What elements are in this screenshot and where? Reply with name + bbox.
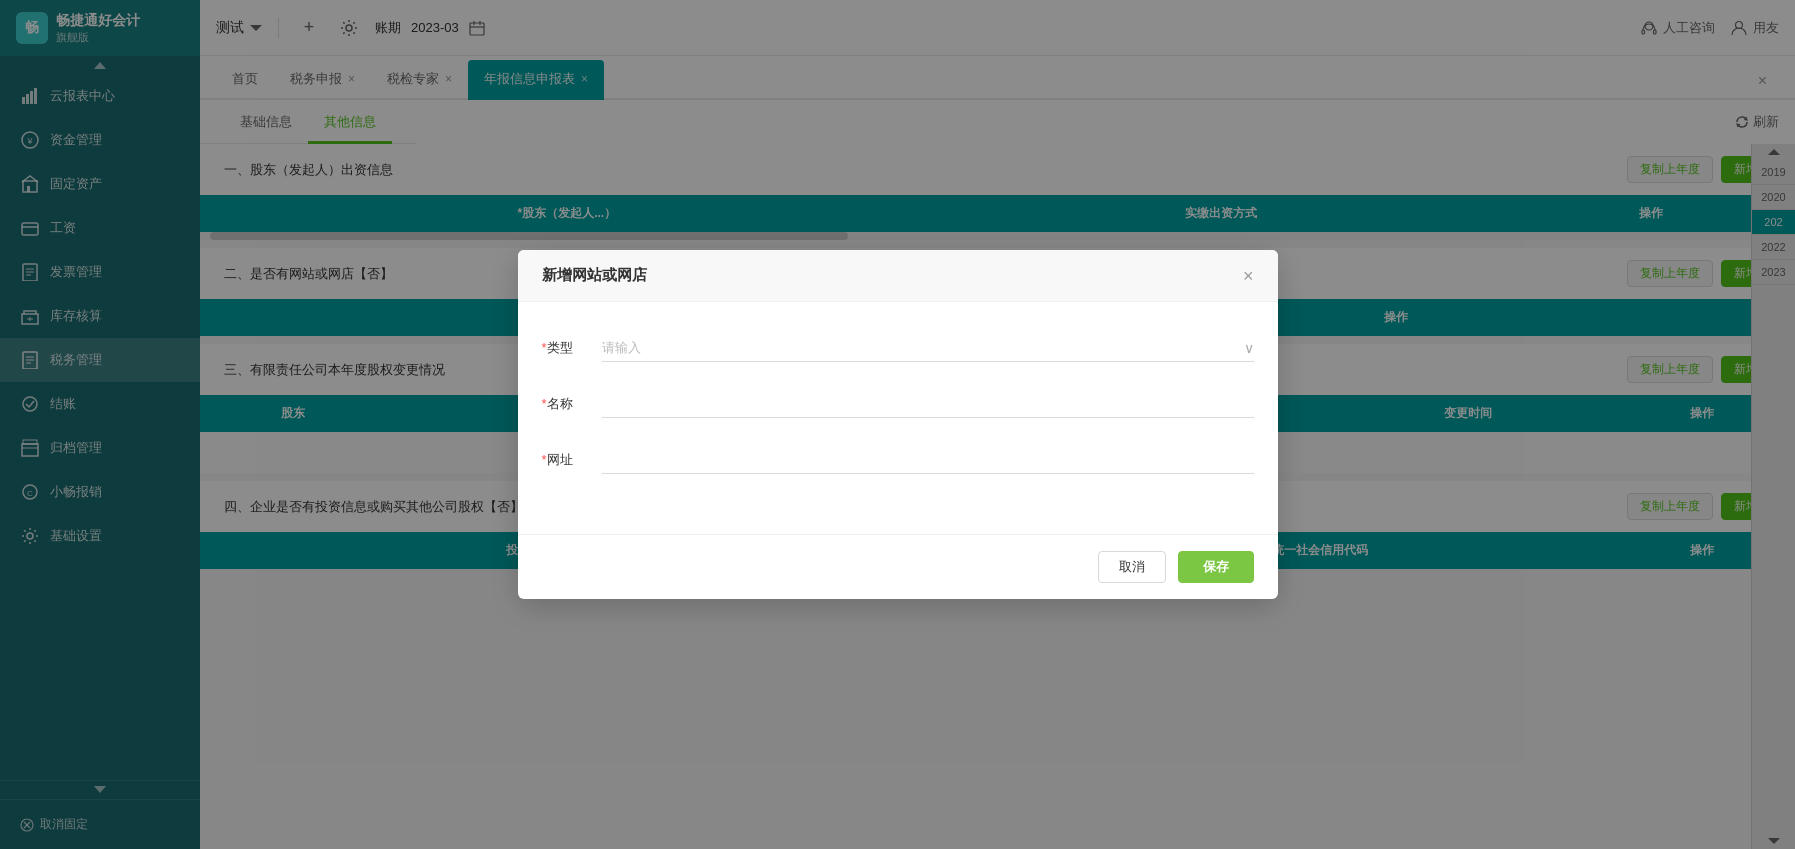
modal-footer: 取消 保存	[518, 534, 1278, 599]
form-field-type: ∨	[602, 334, 1254, 362]
form-label-url: *网址	[542, 451, 602, 469]
type-input[interactable]	[602, 334, 1254, 362]
required-star-url: *	[542, 452, 547, 467]
modal-header: 新增网站或网店 ×	[518, 250, 1278, 302]
form-label-type: *类型	[542, 339, 602, 357]
modal-overlay[interactable]: 新增网站或网店 × *类型 ∨ *名称	[0, 0, 1795, 849]
form-item-type: *类型 ∨	[542, 334, 1254, 362]
cancel-button[interactable]: 取消	[1098, 551, 1166, 583]
form-field-url	[602, 446, 1254, 474]
required-star-type: *	[542, 340, 547, 355]
form-item-url: *网址	[542, 446, 1254, 474]
save-button[interactable]: 保存	[1178, 551, 1254, 583]
required-star-name: *	[542, 396, 547, 411]
modal-body: *类型 ∨ *名称 *网址	[518, 302, 1278, 534]
modal-close-button[interactable]: ×	[1243, 267, 1254, 285]
form-field-name	[602, 390, 1254, 418]
form-label-name: *名称	[542, 395, 602, 413]
url-input[interactable]	[602, 446, 1254, 474]
modal-title: 新增网站或网店	[542, 266, 647, 285]
form-item-name: *名称	[542, 390, 1254, 418]
name-input[interactable]	[602, 390, 1254, 418]
add-website-modal: 新增网站或网店 × *类型 ∨ *名称	[518, 250, 1278, 599]
